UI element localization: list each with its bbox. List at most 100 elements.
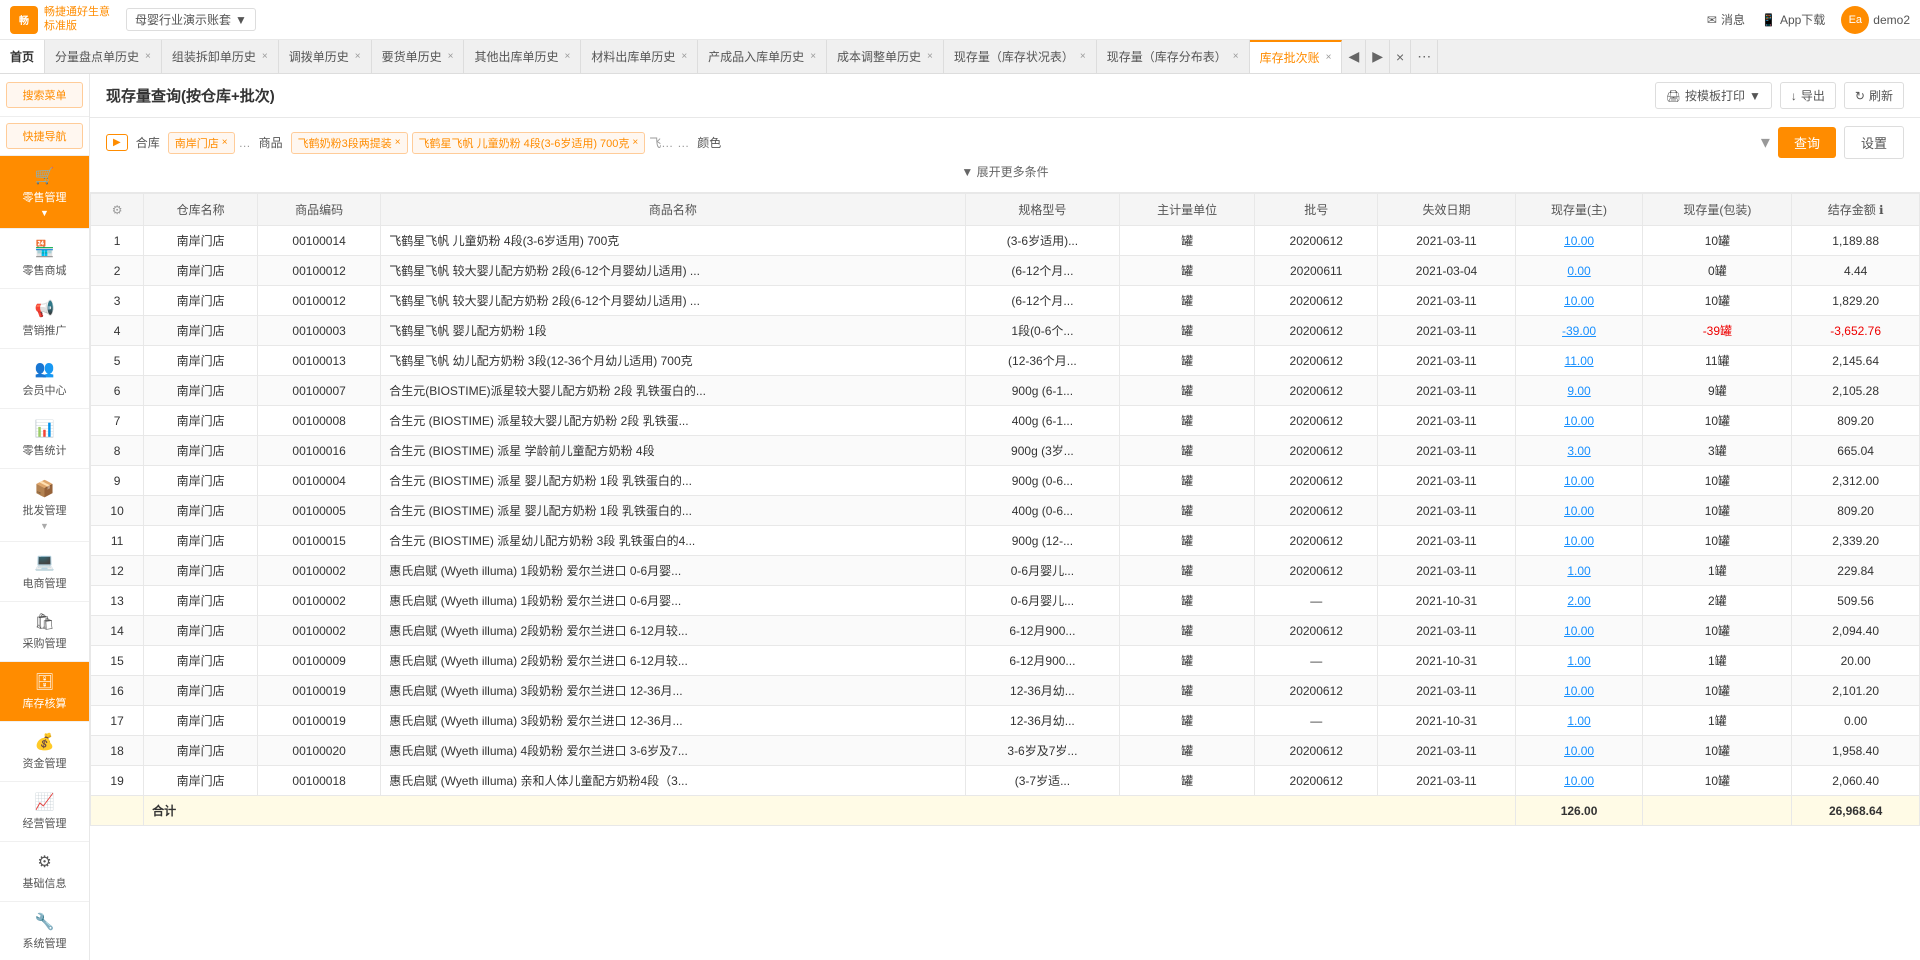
avatar: Ea	[1841, 6, 1869, 34]
tab-zuanzhuang[interactable]: 组装拆卸单历史 ×	[162, 40, 279, 74]
table-row: 12 南岸门店 00100002 惠氏启赋 (Wyeth illuma) 1段奶…	[91, 556, 1920, 586]
close-icon[interactable]: ×	[927, 51, 933, 62]
sidebar-item-ecommerce[interactable]: 💻 电商管理	[0, 542, 89, 602]
footer-amount: 26,968.64	[1792, 796, 1920, 826]
ecommerce-icon: 💻	[35, 552, 55, 572]
refresh-btn[interactable]: ↻ 刷新	[1844, 82, 1904, 109]
close-icon[interactable]: ×	[448, 51, 454, 62]
app-download-btn[interactable]: 📱 App下载	[1761, 11, 1825, 28]
tab-inventory-status[interactable]: 现存量（库存状况表） ×	[944, 40, 1097, 74]
sidebar-item-stats[interactable]: 📊 零售统计	[0, 409, 89, 469]
tab-yaohuo[interactable]: 要货单历史 ×	[372, 40, 465, 74]
th-qty-main: 现存量(主)	[1515, 194, 1643, 226]
warehouse-tags: 南岸门店 × …	[168, 132, 251, 154]
close-icon[interactable]: ×	[564, 51, 570, 62]
tab-product-in[interactable]: 产成品入库单历史 ×	[698, 40, 827, 74]
sidebar-item-finance[interactable]: 💰 资金管理	[0, 722, 89, 782]
warehouse-more[interactable]: …	[239, 136, 251, 150]
sidebar-item-inventory[interactable]: 🗄 库存核算	[0, 662, 89, 722]
basics-icon: ⚙	[37, 852, 51, 872]
remove-warehouse-tag-btn[interactable]: ×	[222, 137, 228, 148]
product-tag-1[interactable]: 飞鹤奶粉3段两提装 ×	[291, 132, 408, 154]
th-qty-pack: 现存量(包装)	[1643, 194, 1792, 226]
table-footer-row: 合计 126.00 26,968.64	[91, 796, 1920, 826]
refresh-icon: ↻	[1855, 89, 1865, 103]
stats-icon: 📊	[35, 419, 55, 439]
close-icon[interactable]: ×	[1080, 51, 1086, 62]
close-icon[interactable]: ×	[810, 51, 816, 62]
export-btn[interactable]: ↓ 导出	[1780, 82, 1836, 109]
search-menu-btn[interactable]: 搜索菜单	[6, 82, 83, 108]
table-row: 11 南岸门店 00100015 合生元 (BIOSTIME) 派星幼儿配方奶粉…	[91, 526, 1920, 556]
close-icon[interactable]: ×	[681, 51, 687, 62]
product-tag-2[interactable]: 飞鹤星飞帆 儿童奶粉 4段(3-6岁适用) 700克 ×	[412, 132, 646, 154]
quick-nav-btn[interactable]: 快捷导航	[6, 123, 83, 149]
table-row: 19 南岸门店 00100018 惠氏启赋 (Wyeth illuma) 亲和人…	[91, 766, 1920, 796]
tab-material[interactable]: 材料出库单历史 ×	[581, 40, 698, 74]
close-icon[interactable]: ×	[145, 51, 151, 62]
sidebar-item-retail[interactable]: 🛒 零售管理 ▼	[0, 156, 89, 229]
retail-icon: 🛒	[35, 166, 55, 186]
tab-close-btn[interactable]: ×	[1390, 40, 1411, 74]
th-settings: ⚙	[91, 194, 144, 226]
expand-more-btn[interactable]: ▼ 展开更多条件	[106, 159, 1904, 184]
warehouse-label: 合库	[136, 134, 160, 151]
close-icon[interactable]: ×	[1326, 52, 1332, 63]
tab-inventory-batch[interactable]: 库存批次账 ×	[1250, 40, 1343, 74]
table-row: 10 南岸门店 00100005 合生元 (BIOSTIME) 派星 婴儿配方奶…	[91, 496, 1920, 526]
content-area: 现存量查询(按仓库+批次) 🖨 按模板打印 ▼ ↓ 导出 ↻ 刷新	[90, 74, 1920, 960]
main-layout: 搜索菜单 快捷导航 🛒 零售管理 ▼ 🏪 零售商城 📢 营销推广 👥 会员中心	[0, 74, 1920, 960]
column-settings-icon[interactable]: ⚙	[112, 203, 123, 217]
table-row: 3 南岸门店 00100012 飞鹤星飞帆 较大婴儿配方奶粉 2段(6-12个月…	[91, 286, 1920, 316]
sidebar-item-wholesale[interactable]: 📦 批发管理 ▼	[0, 469, 89, 542]
table-row: 4 南岸门店 00100003 飞鹤星飞帆 婴儿配方奶粉 1段 1段(0-6个.…	[91, 316, 1920, 346]
product-more-2[interactable]: …	[677, 136, 689, 150]
sidebar: 搜索菜单 快捷导航 🛒 零售管理 ▼ 🏪 零售商城 📢 营销推广 👥 会员中心	[0, 74, 90, 960]
query-btn[interactable]: 查询	[1778, 127, 1836, 158]
sidebar-item-operations[interactable]: 📈 经营管理	[0, 782, 89, 842]
product-label: 商品	[259, 134, 283, 151]
warehouse-tag[interactable]: 南岸门店 ×	[168, 132, 235, 154]
sidebar-item-member[interactable]: 👥 会员中心	[0, 349, 89, 409]
th-expiry: 失效日期	[1378, 194, 1515, 226]
table-row: 16 南岸门店 00100019 惠氏启赋 (Wyeth illuma) 3段奶…	[91, 676, 1920, 706]
close-icon[interactable]: ×	[1233, 51, 1239, 62]
print-btn[interactable]: 🖨 按模板打印 ▼	[1655, 82, 1772, 109]
table-row: 14 南岸门店 00100002 惠氏启赋 (Wyeth illuma) 2段奶…	[91, 616, 1920, 646]
product-more[interactable]: 飞…	[649, 134, 673, 151]
sidebar-item-system[interactable]: 🔧 系统管理	[0, 902, 89, 960]
close-icon[interactable]: ×	[262, 51, 268, 62]
color-dropdown-btn[interactable]: ▾	[1761, 132, 1770, 153]
tab-more-btn[interactable]: ⋯	[1411, 40, 1438, 74]
tab-cost[interactable]: 成本调整单历史 ×	[827, 40, 944, 74]
sidebar-item-shop[interactable]: 🏪 零售商城	[0, 229, 89, 289]
sidebar-item-basics[interactable]: ⚙ 基础信息	[0, 842, 89, 902]
filter-expand-btn[interactable]: ▶	[106, 134, 128, 151]
logo-icon: 畅	[10, 6, 38, 34]
remove-product-tag-2-btn[interactable]: ×	[632, 137, 638, 148]
th-batch: 批号	[1255, 194, 1378, 226]
user-avatar-btn[interactable]: Ea demo2	[1841, 6, 1910, 34]
export-icon: ↓	[1791, 89, 1797, 103]
sidebar-item-marketing[interactable]: 📢 营销推广	[0, 289, 89, 349]
tab-inventory-dist[interactable]: 现存量（库存分布表） ×	[1097, 40, 1250, 74]
close-icon[interactable]: ×	[355, 51, 361, 62]
message-btn[interactable]: ✉ 消息	[1707, 11, 1745, 28]
table-row: 17 南岸门店 00100019 惠氏启赋 (Wyeth illuma) 3段奶…	[91, 706, 1920, 736]
th-warehouse: 仓库名称	[144, 194, 258, 226]
tab-prev-btn[interactable]: ◀	[1342, 40, 1366, 74]
settings-btn[interactable]: 设置	[1844, 126, 1904, 159]
org-selector[interactable]: 母婴行业演示账套 ▼	[126, 8, 256, 31]
sidebar-item-purchase[interactable]: 🛍 采购管理	[0, 602, 89, 662]
inventory-table: ⚙ 仓库名称 商品编码 商品名称 规格型号 主计量单位 批号 失效日期 现存量(…	[90, 193, 1920, 826]
table-row: 7 南岸门店 00100008 合生元 (BIOSTIME) 派星较大婴儿配方奶…	[91, 406, 1920, 436]
tab-next-btn[interactable]: ▶	[1366, 40, 1390, 74]
remove-product-tag-1-btn[interactable]: ×	[395, 137, 401, 148]
tab-other-out[interactable]: 其他出库单历史 ×	[464, 40, 581, 74]
footer-qty-main: 126.00	[1515, 796, 1643, 826]
tab-diaob[interactable]: 调拨单历史 ×	[279, 40, 372, 74]
tab-home[interactable]: 首页	[0, 40, 45, 74]
tab-fenliang[interactable]: 分量盘点单历史 ×	[45, 40, 162, 74]
table-row: 18 南岸门店 00100020 惠氏启赋 (Wyeth illuma) 4段奶…	[91, 736, 1920, 766]
table-row: 6 南岸门店 00100007 合生元(BIOSTIME)派星较大婴儿配方奶粉 …	[91, 376, 1920, 406]
